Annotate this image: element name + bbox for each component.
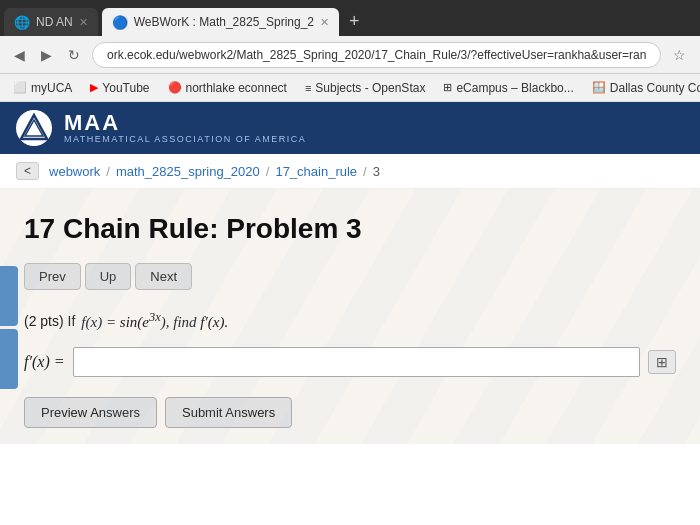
breadcrumb-course[interactable]: math_2825_spring_2020: [116, 164, 260, 179]
breadcrumb-sep-3: /: [363, 164, 367, 179]
dallas-icon: 🪟: [592, 81, 606, 94]
statement-prefix: (2 pts) If: [24, 313, 75, 329]
breadcrumb-chapter[interactable]: 17_chain_rule: [275, 164, 357, 179]
openstax-icon: ≡: [305, 82, 311, 94]
youtube-icon: ▶: [90, 81, 98, 94]
new-tab-button[interactable]: +: [339, 11, 370, 32]
bookmark-myuca-label: myUCA: [31, 81, 72, 95]
bookmark-openstax[interactable]: ≡ Subjects - OpenStax: [298, 79, 432, 97]
answer-input[interactable]: [73, 347, 641, 377]
breadcrumb-webwork[interactable]: webwork: [49, 164, 100, 179]
problem-statement: (2 pts) If f(x) = sin(e3x), find f′(x).: [24, 310, 676, 331]
preview-answers-button[interactable]: Preview Answers: [24, 397, 157, 428]
breadcrumb-problem-number: 3: [373, 164, 380, 179]
bookmark-youtube[interactable]: ▶ YouTube: [83, 79, 156, 97]
maa-title: MAA MATHEMATICAL ASSOCIATION OF AMERICA: [64, 112, 306, 144]
breadcrumb: < webwork / math_2825_spring_2020 / 17_c…: [0, 154, 700, 189]
myuca-icon: ⬜: [13, 81, 27, 94]
maa-acronym: MAA: [64, 112, 306, 134]
tab-1-close[interactable]: ✕: [79, 16, 88, 29]
tab-2-close[interactable]: ✕: [320, 16, 329, 29]
content-area: 17 Chain Rule: Problem 3 Prev Up Next (2…: [0, 189, 700, 444]
maa-subtitle: MATHEMATICAL ASSOCIATION OF AMERICA: [64, 134, 306, 144]
forward-button[interactable]: ▶: [37, 45, 56, 65]
side-panel-left-2: [0, 329, 18, 389]
bookmark-ecampus-label: eCampus – Blackbo...: [456, 81, 573, 95]
action-buttons: Preview Answers Submit Answers: [24, 397, 676, 428]
address-bar: ◀ ▶ ↻ ☆: [0, 36, 700, 74]
maa-header: MAA MATHEMATICAL ASSOCIATION OF AMERICA: [0, 102, 700, 154]
tab-1-label: ND AN: [36, 15, 73, 29]
reload-button[interactable]: ↻: [64, 45, 84, 65]
northlake-icon: 🔴: [168, 81, 182, 94]
bookmark-dallas[interactable]: 🪟 Dallas County Com...: [585, 79, 700, 97]
bookmark-youtube-label: YouTube: [102, 81, 149, 95]
math-toolbar-button[interactable]: ⊞: [648, 350, 676, 374]
browser-window: 🌐 ND AN ✕ 🔵 WeBWorK : Math_2825_Spring_2…: [0, 0, 700, 444]
bookmark-myuca[interactable]: ⬜ myUCA: [6, 79, 79, 97]
submit-answers-button[interactable]: Submit Answers: [165, 397, 292, 428]
tab-bar: 🌐 ND AN ✕ 🔵 WeBWorK : Math_2825_Spring_2…: [0, 0, 700, 36]
bookmark-ecampus[interactable]: ⊞ eCampus – Blackbo...: [436, 79, 580, 97]
bookmark-northlake-label: northlake econnect: [186, 81, 287, 95]
up-button[interactable]: Up: [85, 263, 132, 290]
tab-1[interactable]: 🌐 ND AN ✕: [4, 8, 98, 36]
url-input[interactable]: [92, 42, 661, 68]
breadcrumb-back-button[interactable]: <: [16, 162, 39, 180]
tab-2[interactable]: 🔵 WeBWorK : Math_2825_Spring_2 ✕: [102, 8, 339, 36]
bookmark-button[interactable]: ☆: [669, 45, 690, 65]
tab-1-icon: 🌐: [14, 15, 30, 30]
next-button[interactable]: Next: [135, 263, 192, 290]
ecampus-icon: ⊞: [443, 81, 452, 94]
side-panel-left-1: [0, 266, 18, 326]
bookmark-dallas-label: Dallas County Com...: [610, 81, 700, 95]
problem-title: 17 Chain Rule: Problem 3: [24, 213, 676, 245]
formula-f: f(x) = sin(e3x), find f′(x).: [81, 310, 228, 331]
tab-2-icon: 🔵: [112, 15, 128, 30]
breadcrumb-sep-1: /: [106, 164, 110, 179]
breadcrumb-sep-2: /: [266, 164, 270, 179]
problem-nav-buttons: Prev Up Next: [24, 263, 676, 290]
bookmark-northlake[interactable]: 🔴 northlake econnect: [161, 79, 294, 97]
prev-button[interactable]: Prev: [24, 263, 81, 290]
bookmarks-bar: ⬜ myUCA ▶ YouTube 🔴 northlake econnect ≡…: [0, 74, 700, 102]
tab-2-label: WeBWorK : Math_2825_Spring_2: [134, 15, 314, 29]
answer-label: f′(x) =: [24, 353, 65, 371]
maa-logo: [16, 110, 52, 146]
bookmark-openstax-label: Subjects - OpenStax: [315, 81, 425, 95]
answer-row: f′(x) = ⊞: [24, 347, 676, 377]
back-button[interactable]: ◀: [10, 45, 29, 65]
